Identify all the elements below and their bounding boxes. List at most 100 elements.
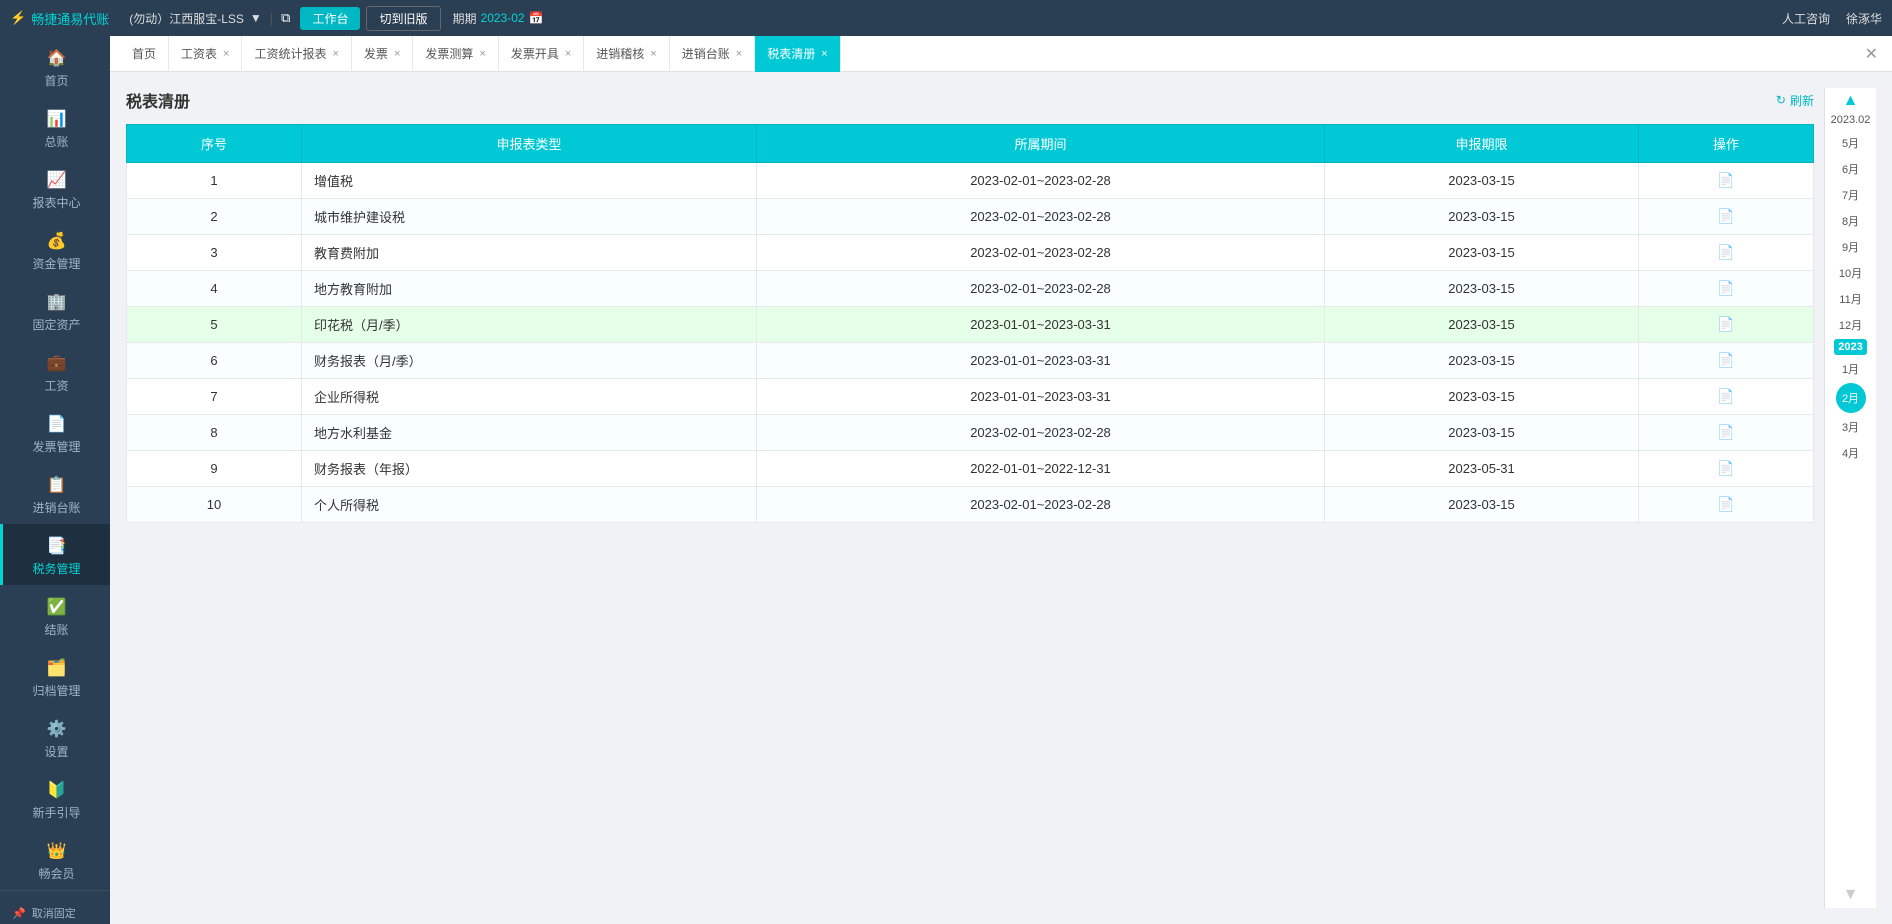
- action-icon[interactable]: 📄: [1717, 460, 1734, 476]
- timeline-month-1[interactable]: 1月: [1830, 357, 1872, 381]
- tab-tax-list[interactable]: 税表清册 ×: [755, 36, 840, 72]
- timeline-month-6[interactable]: 6月: [1830, 157, 1872, 181]
- company-selector[interactable]: (勿动）江西服宝-LSS ▼: [129, 10, 262, 27]
- cell-action[interactable]: 📄: [1638, 487, 1813, 523]
- sidebar-item-salary[interactable]: 💼 工资: [0, 341, 110, 402]
- timeline-up-icon[interactable]: ▲: [1843, 92, 1859, 110]
- timeline-month-12[interactable]: 12月: [1830, 313, 1872, 337]
- action-icon[interactable]: 📄: [1717, 424, 1734, 440]
- cell-action[interactable]: 📄: [1638, 379, 1813, 415]
- action-icon[interactable]: 📄: [1717, 208, 1734, 224]
- sidebar-item-invoice[interactable]: 📄 发票管理: [0, 402, 110, 463]
- assets-icon: 🏢: [47, 292, 67, 312]
- sidebar-item-checkout[interactable]: ✅ 结账: [0, 585, 110, 646]
- action-icon[interactable]: 📄: [1717, 280, 1734, 296]
- company-dropdown-icon[interactable]: ▼: [250, 11, 262, 25]
- sidebar-label-settings: 设置: [44, 743, 68, 760]
- sidebar-label-assets: 固定资产: [32, 316, 80, 333]
- sidebar-label-ledger: 总账: [44, 133, 68, 150]
- cell-action[interactable]: 📄: [1638, 235, 1813, 271]
- refresh-button[interactable]: ↻ 刷新: [1776, 92, 1814, 109]
- cell-type: 城市维护建设税: [302, 199, 757, 235]
- timeline-month-7[interactable]: 7月: [1830, 183, 1872, 207]
- timeline-month-5[interactable]: 5月: [1830, 131, 1872, 155]
- cell-type: 个人所得税: [302, 487, 757, 523]
- sidebar-item-home[interactable]: 🏠 首页: [0, 36, 110, 97]
- sidebar-item-tax[interactable]: 📑 税务管理: [0, 524, 110, 585]
- action-icon[interactable]: 📄: [1717, 352, 1734, 368]
- action-icon[interactable]: 📄: [1717, 388, 1734, 404]
- tab-invoice-issue[interactable]: 发票开具 ×: [499, 36, 584, 72]
- timeline-month-10[interactable]: 10月: [1830, 261, 1872, 285]
- timeline-month-9[interactable]: 9月: [1830, 235, 1872, 259]
- sidebar-item-finance[interactable]: 💰 资金管理: [0, 219, 110, 280]
- sidebar-label-member: 畅会员: [38, 865, 74, 882]
- cell-action[interactable]: 📄: [1638, 307, 1813, 343]
- cell-action[interactable]: 📄: [1638, 415, 1813, 451]
- table-row: 2 城市维护建设税 2023-02-01~2023-02-28 2023-03-…: [127, 199, 1814, 235]
- tab-invoice-close[interactable]: ×: [394, 48, 400, 60]
- cell-action[interactable]: 📄: [1638, 271, 1813, 307]
- reports-icon: 📈: [47, 170, 67, 190]
- tab-salary-report-close[interactable]: ×: [332, 48, 338, 60]
- ai-consult[interactable]: 人工咨询: [1782, 10, 1830, 27]
- sidebar-item-settings[interactable]: ⚙️ 设置: [0, 707, 110, 768]
- col-seq: 序号: [127, 125, 302, 163]
- settings-icon: ⚙️: [47, 719, 67, 739]
- action-icon[interactable]: 📄: [1717, 172, 1734, 188]
- cell-deadline: 2023-03-15: [1325, 199, 1639, 235]
- table-row: 1 增值税 2023-02-01~2023-02-28 2023-03-15 📄: [127, 163, 1814, 199]
- copy-icon[interactable]: ⧉: [281, 10, 290, 26]
- sidebar-item-ledger[interactable]: 📊 总账: [0, 97, 110, 158]
- timeline-month-8[interactable]: 8月: [1830, 209, 1872, 233]
- calendar-icon[interactable]: 📅: [529, 11, 544, 25]
- tab-inout-ledger[interactable]: 进销台账 ×: [670, 36, 755, 72]
- action-icon[interactable]: 📄: [1717, 316, 1734, 332]
- tab-audit-close[interactable]: ×: [650, 48, 656, 60]
- table-row: 6 财务报表（月/季） 2023-01-01~2023-03-31 2023-0…: [127, 343, 1814, 379]
- tab-salary-close[interactable]: ×: [223, 48, 229, 60]
- cell-action[interactable]: 📄: [1638, 451, 1813, 487]
- tab-invoice-issue-close[interactable]: ×: [565, 48, 571, 60]
- close-all-button[interactable]: ✕: [1861, 44, 1882, 64]
- timeline-down-icon[interactable]: ▼: [1843, 886, 1859, 904]
- action-icon[interactable]: 📄: [1717, 244, 1734, 260]
- timeline-month-11[interactable]: 11月: [1830, 287, 1872, 311]
- tab-invoice[interactable]: 发票 ×: [352, 36, 413, 72]
- cell-action[interactable]: 📄: [1638, 199, 1813, 235]
- sidebar-item-reports[interactable]: 📈 报表中心: [0, 158, 110, 219]
- old-version-button[interactable]: 切到旧版: [366, 6, 440, 31]
- timeline-month-4[interactable]: 4月: [1830, 441, 1872, 465]
- tab-tax-list-close[interactable]: ×: [821, 48, 827, 60]
- tab-inout-ledger-close[interactable]: ×: [736, 48, 742, 60]
- cell-action[interactable]: 📄: [1638, 163, 1813, 199]
- home-icon: 🏠: [47, 48, 67, 68]
- action-icon[interactable]: 📄: [1717, 496, 1734, 512]
- sidebar-label-reports: 报表中心: [32, 194, 80, 211]
- cell-period: 2023-01-01~2023-03-31: [756, 379, 1324, 415]
- checkout-icon: ✅: [47, 597, 67, 617]
- tab-audit[interactable]: 进销稽核 ×: [584, 36, 669, 72]
- tab-invoice-calc-close[interactable]: ×: [479, 48, 485, 60]
- unpin-button[interactable]: 📌 取消固定: [0, 899, 110, 924]
- timeline-header: 2023.02: [1829, 110, 1873, 130]
- timeline-month-3[interactable]: 3月: [1830, 415, 1872, 439]
- timeline-month-2-active[interactable]: 2月: [1836, 383, 1866, 413]
- tab-salary-report[interactable]: 工资统计报表 ×: [242, 36, 351, 72]
- sidebar-item-inout[interactable]: 📋 进销台账: [0, 463, 110, 524]
- sidebar-item-assets[interactable]: 🏢 固定资产: [0, 280, 110, 341]
- sidebar-item-archive[interactable]: 🗂️ 归档管理: [0, 646, 110, 707]
- tab-invoice-calc[interactable]: 发票测算 ×: [413, 36, 498, 72]
- sidebar-item-guide[interactable]: 🔰 新手引导: [0, 768, 110, 829]
- table-header-row: 序号 申报表类型 所属期间 申报期限 操作: [127, 125, 1814, 163]
- user-name[interactable]: 徐涿华: [1846, 10, 1882, 27]
- sidebar-item-member[interactable]: 👑 畅会员: [0, 829, 110, 890]
- workbench-button[interactable]: 工作台: [300, 7, 360, 30]
- tab-salary[interactable]: 工资表 ×: [169, 36, 242, 72]
- salary-icon: 💼: [47, 353, 67, 373]
- period-value[interactable]: 2023-02: [481, 11, 525, 25]
- cell-action[interactable]: 📄: [1638, 343, 1813, 379]
- tab-home[interactable]: 首页: [120, 36, 169, 72]
- cell-deadline: 2023-03-15: [1325, 271, 1639, 307]
- tab-salary-report-label: 工资统计报表: [254, 45, 326, 62]
